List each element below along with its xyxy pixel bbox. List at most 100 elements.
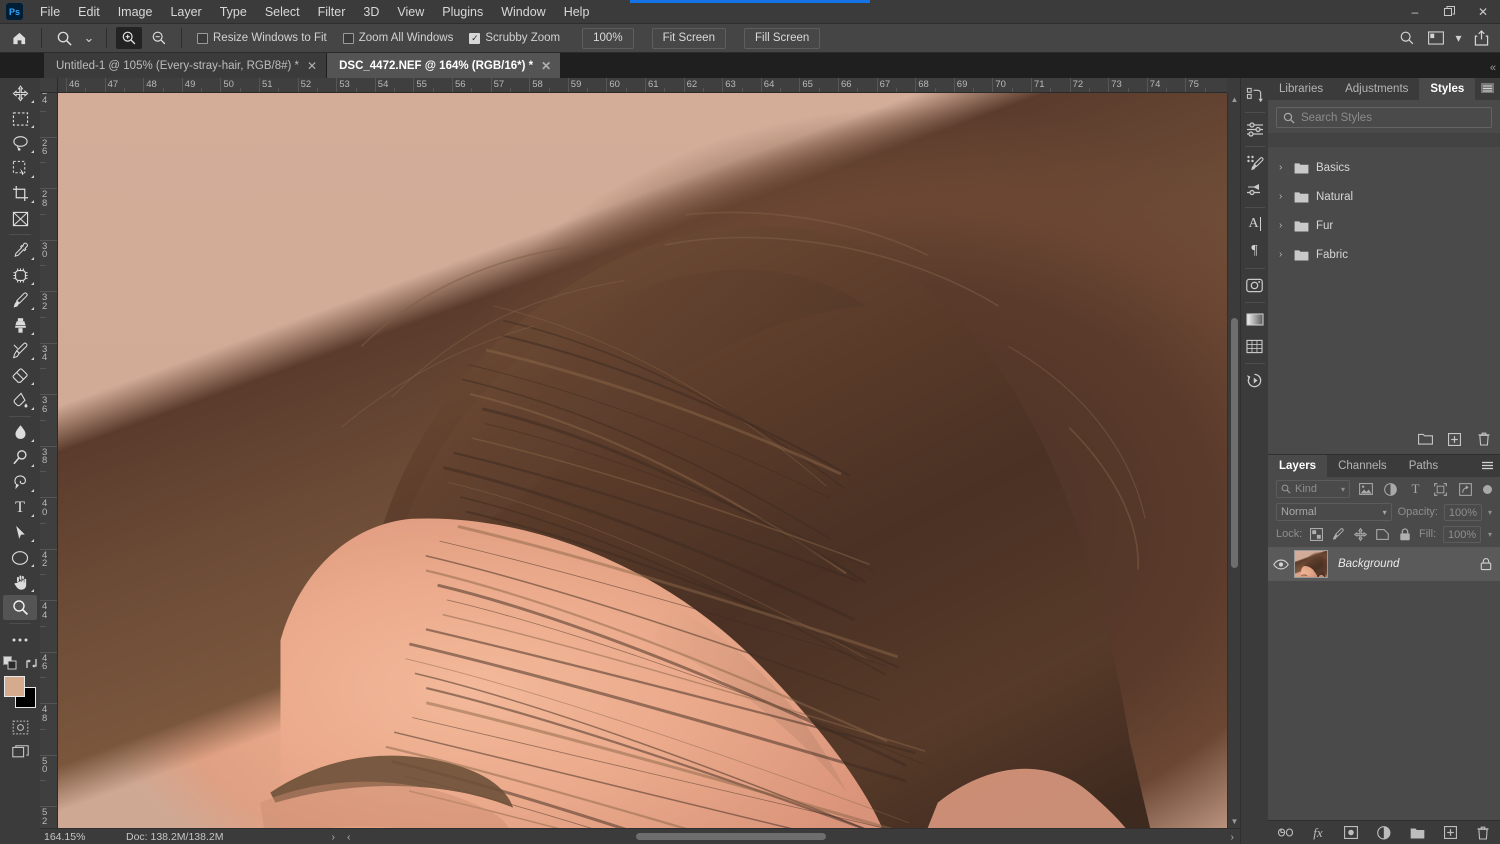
swap-colors-icon[interactable]	[25, 657, 38, 670]
new-layer-icon[interactable]	[1441, 824, 1460, 842]
close-icon[interactable]: ✕	[541, 59, 551, 73]
adjustment-filter-icon[interactable]	[1381, 480, 1400, 498]
zoom-level-field[interactable]: 164.15%	[40, 831, 112, 843]
menu-view[interactable]: View	[388, 2, 433, 22]
pen-tool[interactable]	[3, 470, 37, 495]
actions-icon[interactable]	[1243, 367, 1267, 393]
tab-paths[interactable]: Paths	[1397, 455, 1450, 477]
menu-window[interactable]: Window	[492, 2, 554, 22]
home-icon[interactable]	[6, 27, 32, 49]
workspace-icon[interactable]	[1423, 27, 1449, 49]
scrubby-zoom-checkbox[interactable]: Scrubby Zoom	[463, 32, 566, 44]
eyedropper-tool[interactable]	[3, 238, 37, 263]
lasso-tool[interactable]	[3, 131, 37, 156]
horizontal-ruler[interactable]: 46 47 48 49 50 51 52 53 54 55 56 57 58 59 60 61 62 63 64 65…	[58, 78, 1227, 93]
gradients-icon[interactable]	[1243, 306, 1267, 332]
image-viewport[interactable]	[58, 93, 1227, 828]
horizontal-scroll-thumb[interactable]	[636, 833, 827, 840]
layer-lock-icon[interactable]	[1480, 557, 1492, 571]
zoom-tool[interactable]	[3, 595, 37, 620]
scroll-up-arrow[interactable]: ▲	[1228, 93, 1241, 106]
fill-chevron-icon[interactable]: ▾	[1488, 530, 1492, 539]
resize-windows-to-fit-checkbox[interactable]: Resize Windows to Fit	[191, 32, 333, 44]
patterns-icon[interactable]	[1243, 333, 1267, 359]
layer-visibility-icon[interactable]	[1268, 559, 1294, 570]
history-brush-tool[interactable]	[3, 338, 37, 363]
document-info[interactable]: Doc: 138.2M/138.2M	[112, 831, 223, 843]
filter-toggle[interactable]	[1483, 484, 1492, 494]
eraser-tool[interactable]	[3, 363, 37, 388]
menu-help[interactable]: Help	[555, 2, 599, 22]
marquee-tool[interactable]	[3, 106, 37, 131]
tab-channels[interactable]: Channels	[1327, 455, 1398, 477]
shape-filter-icon[interactable]	[1431, 480, 1450, 498]
zoom-tool-icon[interactable]	[51, 27, 77, 49]
crop-tool[interactable]	[3, 181, 37, 206]
new-group-icon[interactable]	[1408, 824, 1427, 842]
tab-overflow-icon[interactable]: «	[1490, 62, 1496, 74]
styles-search-box[interactable]	[1276, 107, 1492, 128]
tab-libraries[interactable]: Libraries	[1268, 78, 1335, 100]
blend-mode-select[interactable]: Normal ▾	[1276, 503, 1392, 521]
foreground-color-swatch[interactable]	[4, 676, 25, 697]
tab-layers[interactable]: Layers	[1268, 455, 1328, 477]
type-filter-icon[interactable]: T	[1406, 480, 1425, 498]
table-row[interactable]: Background	[1268, 547, 1500, 581]
spot-healing-brush-tool[interactable]	[3, 263, 37, 288]
lock-position-icon[interactable]	[1353, 527, 1368, 542]
search-icon[interactable]	[1394, 27, 1420, 49]
document-tab-dsc-4472[interactable]: DSC_4472.NEF @ 164% (RGB/16*) * ✕	[327, 53, 562, 78]
panel-menu-icon[interactable]	[1481, 83, 1494, 94]
search-input[interactable]	[1301, 111, 1485, 124]
brush-tool[interactable]	[3, 288, 37, 313]
layer-thumbnail[interactable]	[1294, 550, 1328, 578]
quick-mask-icon[interactable]	[3, 715, 37, 740]
tool-preset-chevron-icon[interactable]: ⌄	[81, 27, 97, 49]
adjustments-icon[interactable]	[1243, 116, 1267, 142]
ellipse-shape-tool[interactable]	[3, 545, 37, 570]
opacity-value[interactable]: 100%	[1443, 503, 1482, 521]
menu-plugins[interactable]: Plugins	[433, 2, 492, 22]
menu-select[interactable]: Select	[256, 2, 309, 22]
layer-filter-kind-select[interactable]: Kind ▾	[1276, 480, 1350, 498]
lock-image-icon[interactable]	[1331, 527, 1346, 542]
chevron-right-icon[interactable]: ›	[1279, 191, 1287, 202]
menu-filter[interactable]: Filter	[309, 2, 355, 22]
fit-screen-button[interactable]: Fit Screen	[651, 27, 726, 49]
tab-adjustments[interactable]: Adjustments	[1334, 78, 1420, 100]
styles-folder-fur[interactable]: › Fur	[1268, 211, 1500, 240]
horizontal-scrollbar[interactable]	[354, 832, 1226, 841]
path-selection-tool[interactable]	[3, 520, 37, 545]
zoom-in-icon[interactable]	[116, 27, 142, 49]
edit-toolbar-icon[interactable]	[3, 627, 37, 652]
status-expand-arrow[interactable]: ›	[331, 831, 335, 843]
restore-button[interactable]	[1432, 0, 1466, 23]
zoom-all-windows-checkbox[interactable]: Zoom All Windows	[337, 32, 460, 44]
blur-tool[interactable]	[3, 420, 37, 445]
move-tool[interactable]	[3, 81, 37, 106]
smart-object-filter-icon[interactable]	[1456, 480, 1475, 498]
tab-styles[interactable]: Styles	[1419, 78, 1476, 100]
fill-value[interactable]: 100%	[1443, 525, 1481, 543]
menu-edit[interactable]: Edit	[69, 2, 109, 22]
styles-folder-basics[interactable]: › Basics	[1268, 153, 1500, 182]
brush-presets-icon[interactable]	[1243, 177, 1267, 203]
scroll-down-arrow[interactable]: ▼	[1228, 815, 1241, 828]
menu-file[interactable]: File	[31, 2, 69, 22]
menu-layer[interactable]: Layer	[161, 2, 210, 22]
new-group-icon[interactable]	[1415, 430, 1436, 448]
layer-name[interactable]: Background	[1328, 558, 1480, 570]
chevron-right-icon[interactable]: ›	[1279, 220, 1287, 231]
character-icon[interactable]: A	[1243, 211, 1267, 237]
gradient-tool[interactable]	[3, 388, 37, 413]
vertical-scroll-thumb[interactable]	[1231, 318, 1238, 568]
vertical-ruler[interactable]: 24 26 28 30 32 34 36 38 40 42 44 46 48 50 52	[40, 93, 58, 828]
type-tool[interactable]: T	[3, 495, 37, 520]
chevron-down-icon[interactable]: ▾	[1452, 27, 1465, 49]
hand-tool[interactable]	[3, 570, 37, 595]
lock-all-icon[interactable]	[1397, 527, 1412, 542]
menu-image[interactable]: Image	[109, 2, 162, 22]
opacity-chevron-icon[interactable]: ▾	[1488, 508, 1492, 517]
screen-mode-icon[interactable]	[3, 740, 37, 765]
status-collapse-arrow[interactable]: ‹	[347, 831, 351, 843]
